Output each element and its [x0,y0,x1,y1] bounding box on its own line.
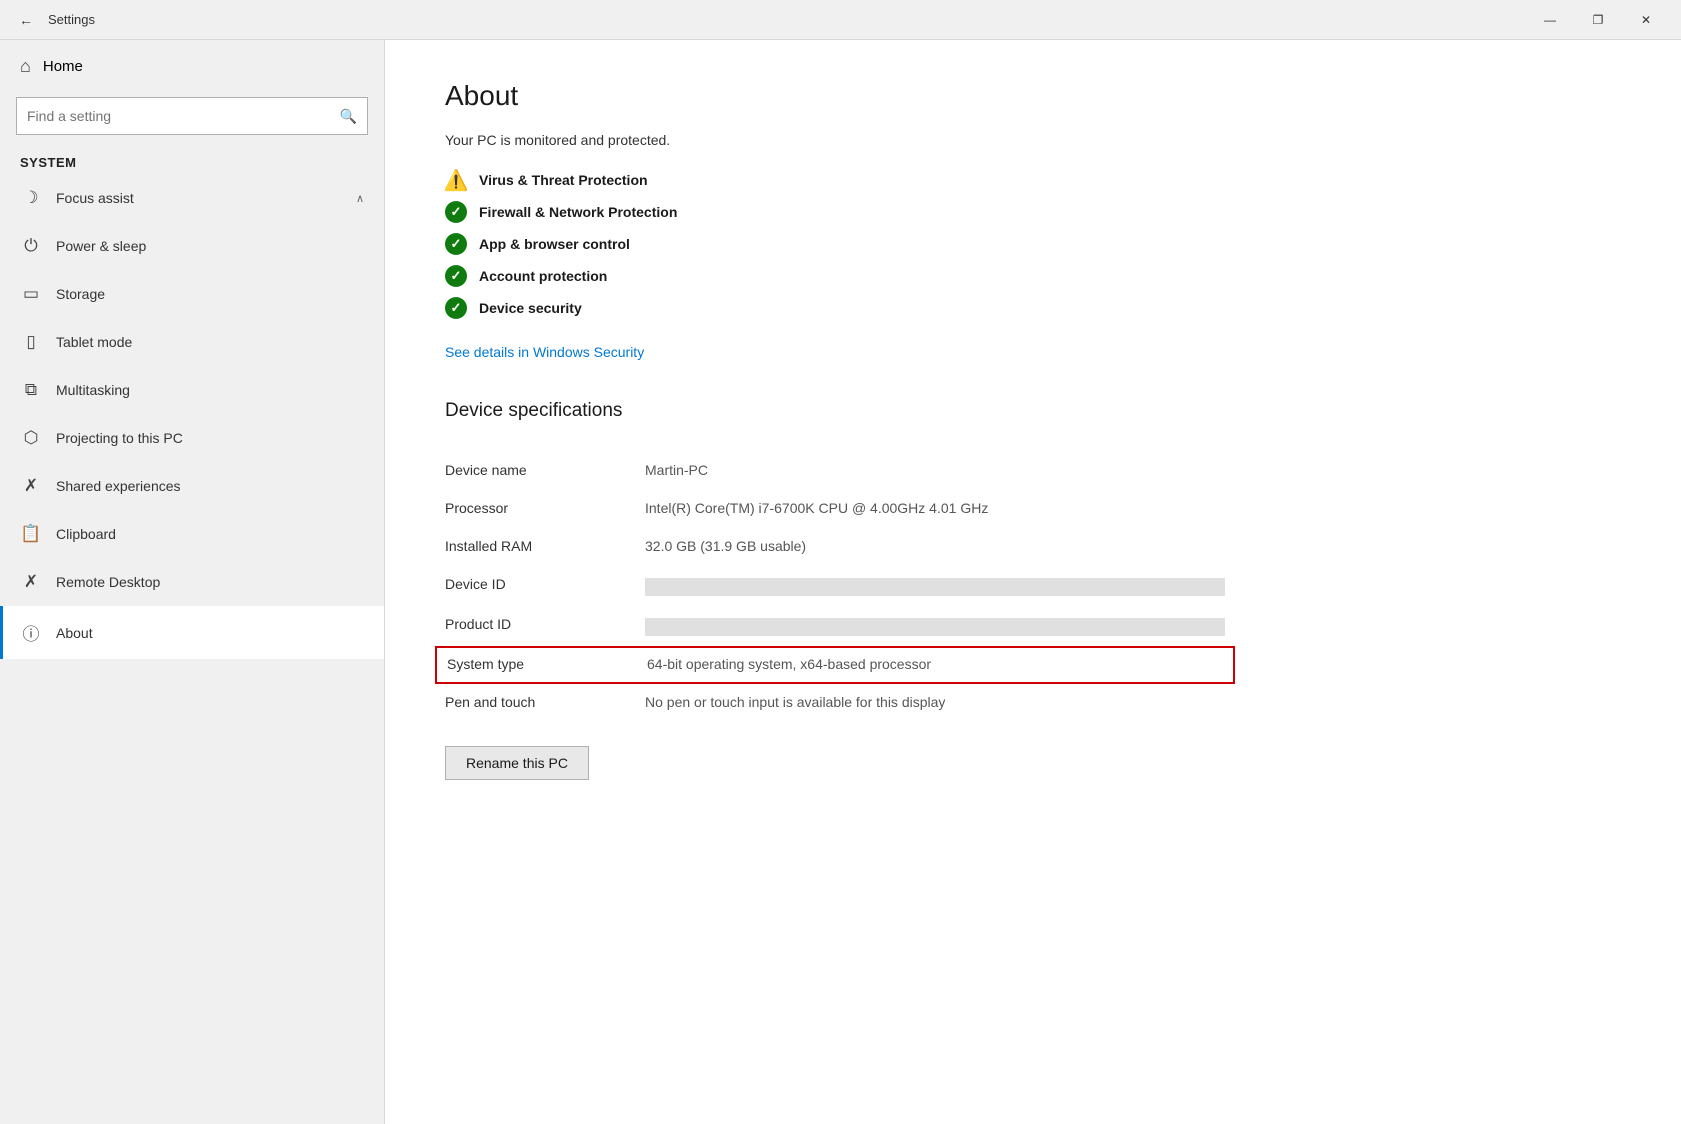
clipboard-icon: 📋 [20,524,42,544]
protection-label: Firewall & Network Protection [479,204,677,220]
search-icon: 🔍 [340,108,357,125]
storage-icon: ▭ [20,284,42,304]
spec-row-product-id: Product ID [445,606,1225,646]
protection-label: Account protection [479,268,607,284]
check-icon: ✓ [445,233,467,255]
protection-item-virus: ⚠️ Virus & Threat Protection [445,164,1225,196]
see-details-link[interactable]: See details in Windows Security [445,344,644,360]
projecting-icon: ⬡ [20,428,42,448]
spec-label: Device name [445,462,645,478]
home-label: Home [43,58,83,75]
spec-row-device-id: Device ID [445,566,1225,606]
minimize-button[interactable]: — [1527,0,1573,40]
protection-label: Device security [479,300,582,316]
device-specs-title: Device specifications [445,400,1225,422]
app-title: Settings [48,12,95,27]
specs-table: Device name Martin-PC Processor Intel(R)… [445,452,1225,722]
spec-value: 32.0 GB (31.9 GB usable) [645,538,1225,554]
protection-item-device-security: ✓ Device security [445,292,1225,324]
sidebar-item-label: Clipboard [56,526,116,542]
content-area: About Your PC is monitored and protected… [385,40,1681,1124]
sidebar-section-header: System [0,147,384,174]
chevron-up-icon: ∧ [356,192,364,205]
multitasking-icon: ⧉ [20,380,42,400]
spec-label: Product ID [445,616,645,632]
spec-label: Installed RAM [445,538,645,554]
sidebar-item-about[interactable]: ⓘ About [0,606,384,659]
spec-value-blurred [645,618,1225,636]
sidebar-item-multitasking[interactable]: ⧉ Multitasking [0,366,384,414]
check-icon: ✓ [445,265,467,287]
home-icon: ⌂ [20,56,31,77]
spec-row-system-type: System type 64-bit operating system, x64… [435,646,1235,684]
sidebar-item-label: Focus assist [56,190,134,206]
spec-row-pen-touch: Pen and touch No pen or touch input is a… [445,684,1225,722]
spec-value: Intel(R) Core(TM) i7-6700K CPU @ 4.00GHz… [645,500,1225,516]
sidebar-item-projecting[interactable]: ⬡ Projecting to this PC [0,414,384,462]
sidebar-item-remote-desktop[interactable]: ✗ Remote Desktop [0,558,384,606]
spec-row-processor: Processor Intel(R) Core(TM) i7-6700K CPU… [445,490,1225,528]
protection-list: ⚠️ Virus & Threat Protection ✓ Firewall … [445,164,1225,324]
sidebar-item-label: Remote Desktop [56,574,160,590]
search-input[interactable] [27,108,332,124]
back-button[interactable]: ← [12,6,40,34]
about-icon: ⓘ [20,620,42,645]
sidebar: ⌂ Home 🔍 System ☽ Focus assist ∧ ⏻ Power… [0,40,385,1124]
spec-value: 64-bit operating system, x64-based proce… [647,656,1223,672]
spec-label: Processor [445,500,645,516]
sidebar-item-label: Multitasking [56,382,130,398]
remote-icon: ✗ [20,572,42,592]
check-icon: ✓ [445,297,467,319]
protection-item-account: ✓ Account protection [445,260,1225,292]
focus-assist-icon: ☽ [20,188,42,208]
protection-label: App & browser control [479,236,630,252]
check-icon: ✓ [445,201,467,223]
spec-value: Martin-PC [645,462,1225,478]
titlebar: ← Settings — ❐ ✕ [0,0,1681,40]
sidebar-item-shared-experiences[interactable]: ✗ Shared experiences [0,462,384,510]
power-icon: ⏻ [20,236,42,256]
sidebar-item-label: Storage [56,286,105,302]
sidebar-item-label: Power & sleep [56,238,146,254]
spec-label: Pen and touch [445,694,645,710]
sidebar-item-label: Projecting to this PC [56,430,183,446]
window-controls: — ❐ ✕ [1527,0,1669,40]
shared-icon: ✗ [20,476,42,496]
sidebar-home[interactable]: ⌂ Home [0,40,384,93]
search-box[interactable]: 🔍 [16,97,368,135]
sidebar-item-label: Tablet mode [56,334,132,350]
sidebar-item-storage[interactable]: ▭ Storage [0,270,384,318]
sidebar-item-label: Shared experiences [56,478,181,494]
protection-item-app-browser: ✓ App & browser control [445,228,1225,260]
protection-subtitle: Your PC is monitored and protected. [445,132,1225,148]
rename-pc-button[interactable]: Rename this PC [445,746,589,780]
sidebar-item-tablet-mode[interactable]: ▯ Tablet mode [0,318,384,366]
tablet-icon: ▯ [20,332,42,352]
spec-label: Device ID [445,576,645,592]
protection-label: Virus & Threat Protection [479,172,648,188]
spec-value: No pen or touch input is available for t… [645,694,1225,710]
restore-button[interactable]: ❐ [1575,0,1621,40]
spec-row-ram: Installed RAM 32.0 GB (31.9 GB usable) [445,528,1225,566]
page-title: About [445,80,1225,112]
sidebar-item-power-sleep[interactable]: ⏻ Power & sleep [0,222,384,270]
spec-label: System type [447,656,647,672]
spec-row-device-name: Device name Martin-PC [445,452,1225,490]
sidebar-item-clipboard[interactable]: 📋 Clipboard [0,510,384,558]
sidebar-item-label: About [56,625,93,641]
protection-item-firewall: ✓ Firewall & Network Protection [445,196,1225,228]
sidebar-item-focus-assist[interactable]: ☽ Focus assist ∧ [0,174,384,222]
warning-icon: ⚠️ [445,169,467,191]
spec-value-blurred [645,578,1225,596]
close-button[interactable]: ✕ [1623,0,1669,40]
